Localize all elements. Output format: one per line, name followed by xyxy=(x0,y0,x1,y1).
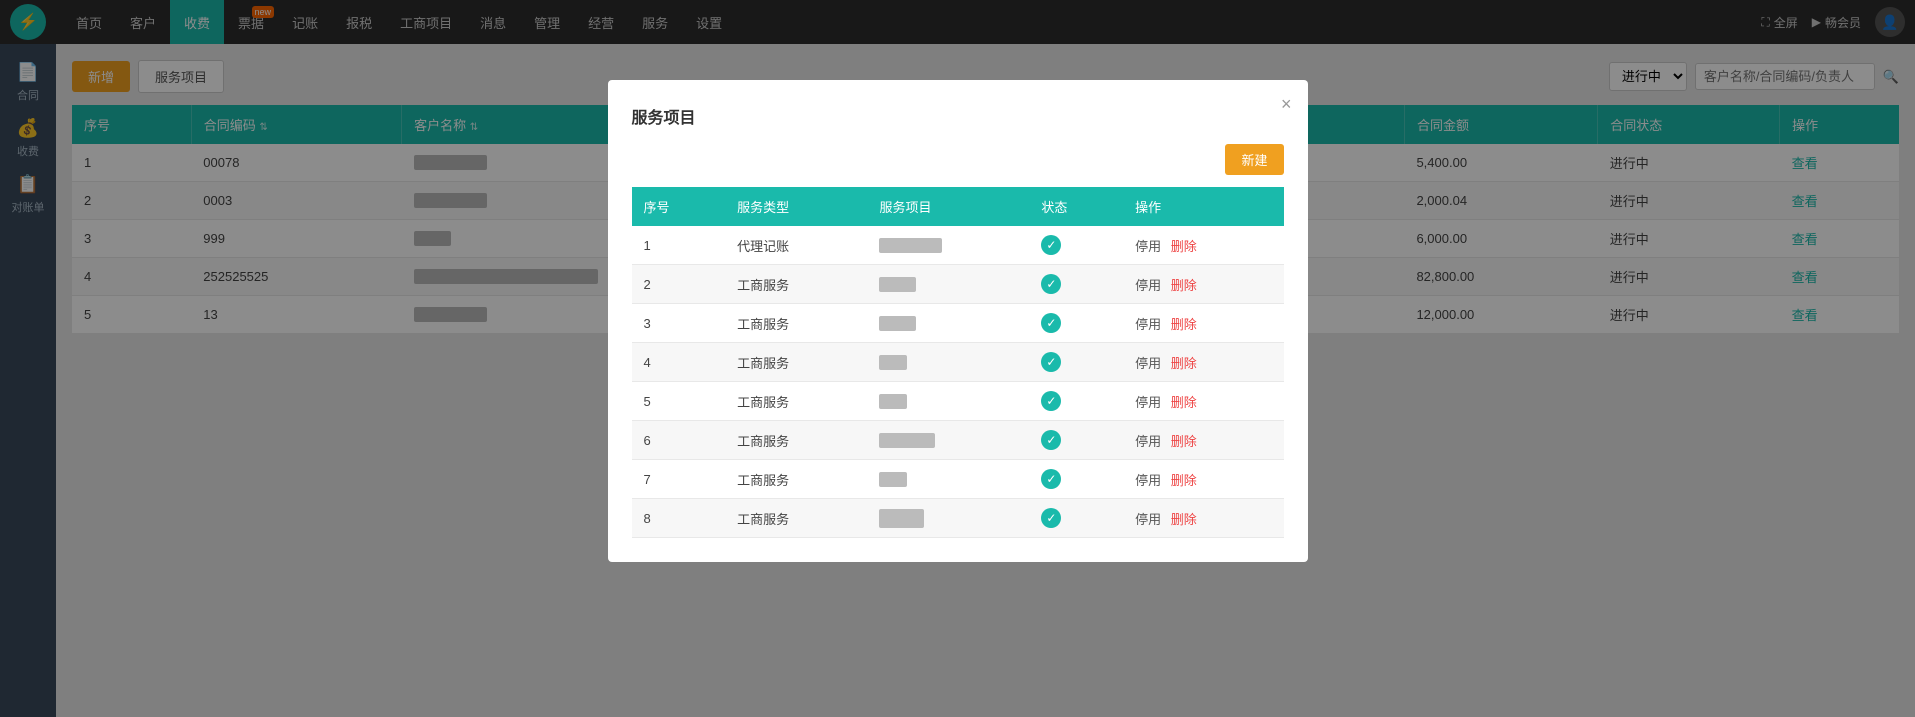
service-item-modal: × 服务项目 新建 序号 服务类型 服务项目 状态 操作 1 代理记账 xyxy=(608,80,1308,562)
modal-cell-item: ███ xyxy=(867,343,1029,382)
modal-cell-status: ✓ xyxy=(1029,343,1123,382)
modal-cell-item: ██████ xyxy=(867,421,1029,460)
modal-cell-action: 停用 删除 xyxy=(1123,382,1283,421)
service-items-table: 序号 服务类型 服务项目 状态 操作 1 代理记账 ██████1 ✓ 停用 删… xyxy=(632,187,1284,538)
modal-cell-index: 1 xyxy=(632,226,726,265)
modal-cell-status: ✓ xyxy=(1029,226,1123,265)
modal-cell-type: 工商服务 xyxy=(725,421,867,460)
modal-cell-action: 停用 删除 xyxy=(1123,265,1283,304)
modal-cell-index: 6 xyxy=(632,421,726,460)
status-icon: ✓ xyxy=(1041,469,1061,489)
modal-cell-action: 停用 删除 xyxy=(1123,421,1283,460)
status-icon: ✓ xyxy=(1041,391,1061,411)
modal-cell-item: ██████1 xyxy=(867,226,1029,265)
status-icon: ✓ xyxy=(1041,235,1061,255)
delete-button[interactable]: 删除 xyxy=(1171,473,1197,488)
modal-new-button[interactable]: 新建 xyxy=(1225,144,1283,175)
modal-cell-type: 工商服务 xyxy=(725,382,867,421)
status-icon: ✓ xyxy=(1041,313,1061,333)
delete-button[interactable]: 删除 xyxy=(1171,278,1197,293)
modal-cell-item: ██注册 xyxy=(867,499,1029,538)
status-icon: ✓ xyxy=(1041,274,1061,294)
modal-cell-item: ███ xyxy=(867,460,1029,499)
modal-cell-type: 工商服务 xyxy=(725,265,867,304)
delete-button[interactable]: 删除 xyxy=(1171,356,1197,371)
delete-button[interactable]: 删除 xyxy=(1171,395,1197,410)
modal-cell-status: ✓ xyxy=(1029,421,1123,460)
modal-cell-action: 停用 删除 xyxy=(1123,499,1283,538)
modal-cell-type: 工商服务 xyxy=(725,460,867,499)
list-item: 2 工商服务 ████ ✓ 停用 删除 xyxy=(632,265,1284,304)
modal-cell-type: 工商服务 xyxy=(725,499,867,538)
modal-table-header: 序号 服务类型 服务项目 状态 操作 xyxy=(632,187,1284,226)
disable-button[interactable]: 停用 xyxy=(1135,356,1161,371)
modal-cell-type: 工商服务 xyxy=(725,343,867,382)
list-item: 3 工商服务 ████ ✓ 停用 删除 xyxy=(632,304,1284,343)
disable-button[interactable]: 停用 xyxy=(1135,473,1161,488)
disable-button[interactable]: 停用 xyxy=(1135,317,1161,332)
list-item: 6 工商服务 ██████ ✓ 停用 删除 xyxy=(632,421,1284,460)
modal-cell-type: 工商服务 xyxy=(725,304,867,343)
modal-cell-index: 8 xyxy=(632,499,726,538)
modal-cell-index: 5 xyxy=(632,382,726,421)
disable-button[interactable]: 停用 xyxy=(1135,278,1161,293)
modal-cell-index: 4 xyxy=(632,343,726,382)
disable-button[interactable]: 停用 xyxy=(1135,512,1161,527)
modal-col-status: 状态 xyxy=(1029,187,1123,226)
status-icon: ✓ xyxy=(1041,430,1061,450)
modal-title: 服务项目 xyxy=(632,104,1284,128)
modal-cell-action: 停用 删除 xyxy=(1123,343,1283,382)
modal-col-index: 序号 xyxy=(632,187,726,226)
delete-button[interactable]: 删除 xyxy=(1171,239,1197,254)
delete-button[interactable]: 删除 xyxy=(1171,512,1197,527)
delete-button[interactable]: 删除 xyxy=(1171,434,1197,449)
modal-col-item: 服务项目 xyxy=(867,187,1029,226)
list-item: 8 工商服务 ██注册 ✓ 停用 删除 xyxy=(632,499,1284,538)
modal-close-button[interactable]: × xyxy=(1281,94,1292,115)
modal-col-type: 服务类型 xyxy=(725,187,867,226)
list-item: 4 工商服务 ███ ✓ 停用 删除 xyxy=(632,343,1284,382)
modal-cell-type: 代理记账 xyxy=(725,226,867,265)
modal-cell-index: 7 xyxy=(632,460,726,499)
modal-cell-item: ████ xyxy=(867,265,1029,304)
modal-cell-status: ✓ xyxy=(1029,499,1123,538)
modal-cell-item: ███ xyxy=(867,382,1029,421)
disable-button[interactable]: 停用 xyxy=(1135,434,1161,449)
modal-cell-action: 停用 删除 xyxy=(1123,226,1283,265)
status-icon: ✓ xyxy=(1041,508,1061,528)
modal-overlay[interactable]: × 服务项目 新建 序号 服务类型 服务项目 状态 操作 1 代理记账 xyxy=(0,0,1915,717)
modal-cell-index: 2 xyxy=(632,265,726,304)
modal-cell-index: 3 xyxy=(632,304,726,343)
delete-button[interactable]: 删除 xyxy=(1171,317,1197,332)
modal-cell-item: ████ xyxy=(867,304,1029,343)
list-item: 1 代理记账 ██████1 ✓ 停用 删除 xyxy=(632,226,1284,265)
modal-toolbar: 新建 xyxy=(632,144,1284,175)
modal-cell-status: ✓ xyxy=(1029,460,1123,499)
modal-cell-status: ✓ xyxy=(1029,382,1123,421)
modal-body: 序号 服务类型 服务项目 状态 操作 1 代理记账 ██████1 ✓ 停用 删… xyxy=(632,187,1284,538)
modal-cell-action: 停用 删除 xyxy=(1123,460,1283,499)
modal-table-body: 1 代理记账 ██████1 ✓ 停用 删除 2 工商服务 ████ ✓ 停用 … xyxy=(632,226,1284,538)
status-icon: ✓ xyxy=(1041,352,1061,372)
list-item: 7 工商服务 ███ ✓ 停用 删除 xyxy=(632,460,1284,499)
disable-button[interactable]: 停用 xyxy=(1135,395,1161,410)
modal-cell-status: ✓ xyxy=(1029,265,1123,304)
list-item: 5 工商服务 ███ ✓ 停用 删除 xyxy=(632,382,1284,421)
modal-cell-action: 停用 删除 xyxy=(1123,304,1283,343)
disable-button[interactable]: 停用 xyxy=(1135,239,1161,254)
modal-col-action: 操作 xyxy=(1123,187,1283,226)
modal-cell-status: ✓ xyxy=(1029,304,1123,343)
